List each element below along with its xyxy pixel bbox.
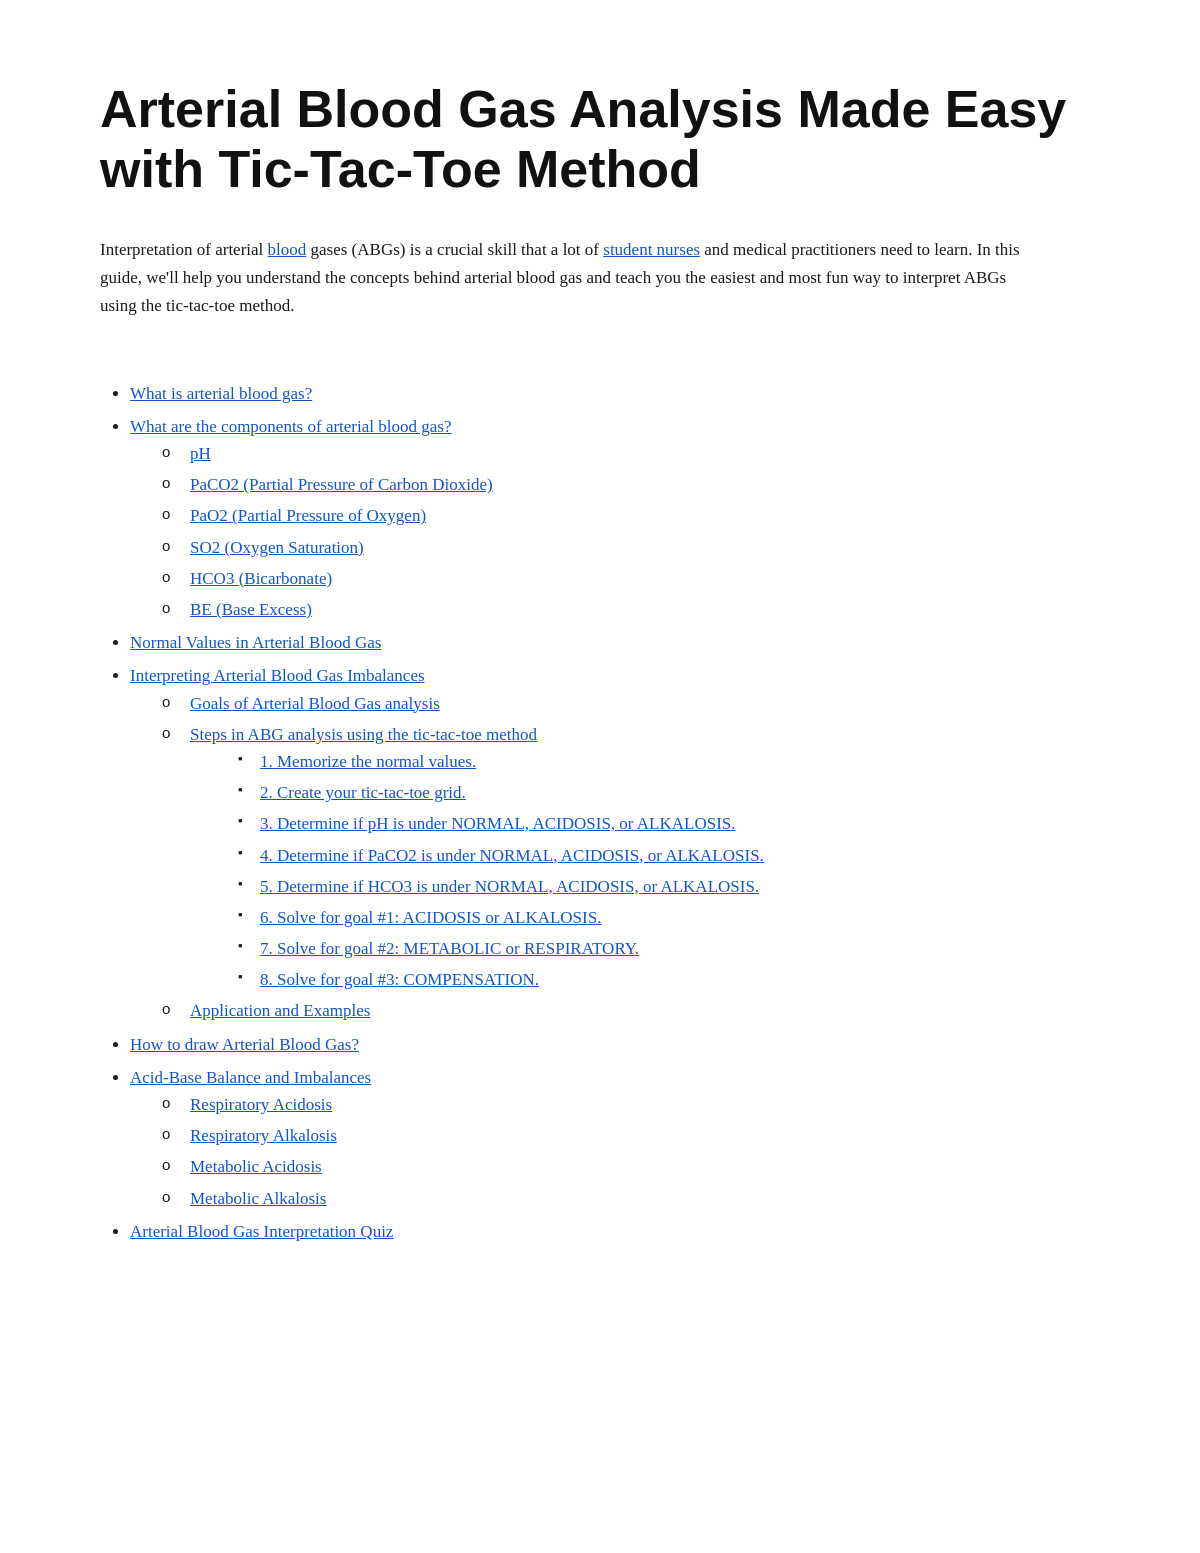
toc-item-quiz: Arterial Blood Gas Interpretation Quiz: [130, 1218, 1100, 1245]
toc-link-pao2[interactable]: PaO2 (Partial Pressure of Oxygen): [190, 506, 426, 525]
toc-list-level1: What is arterial blood gas? What are the…: [100, 380, 1100, 1245]
toc-link-interpreting[interactable]: Interpreting Arterial Blood Gas Imbalanc…: [130, 666, 425, 685]
toc-item-step7: 7. Solve for goal #2: METABOLIC or RESPI…: [260, 935, 1100, 962]
toc-link-ph[interactable]: pH: [190, 444, 211, 463]
toc-item-how-to-draw: How to draw Arterial Blood Gas?: [130, 1031, 1100, 1058]
toc-item-be: BE (Base Excess): [190, 596, 1100, 623]
toc-link-normal-values[interactable]: Normal Values in Arterial Blood Gas: [130, 633, 381, 652]
toc-item-paco2: PaCO2 (Partial Pressure of Carbon Dioxid…: [190, 471, 1100, 498]
toc-link-step4[interactable]: 4. Determine if PaCO2 is under NORMAL, A…: [260, 846, 764, 865]
toc-item-step5: 5. Determine if HCO3 is under NORMAL, AC…: [260, 873, 1100, 900]
toc-link-paco2[interactable]: PaCO2 (Partial Pressure of Carbon Dioxid…: [190, 475, 493, 494]
toc-link-steps[interactable]: Steps in ABG analysis using the tic-tac-…: [190, 725, 537, 744]
toc-item-step8: 8. Solve for goal #3: COMPENSATION.: [260, 966, 1100, 993]
toc-item-met-alkalosis: Metabolic Alkalosis: [190, 1185, 1100, 1212]
toc-link-met-acidosis[interactable]: Metabolic Acidosis: [190, 1157, 322, 1176]
toc-link-resp-alkalosis[interactable]: Respiratory Alkalosis: [190, 1126, 337, 1145]
toc-link-hco3[interactable]: HCO3 (Bicarbonate): [190, 569, 332, 588]
toc-link-step1[interactable]: 1. Memorize the normal values.: [260, 752, 476, 771]
blood-link[interactable]: blood: [268, 240, 307, 259]
toc-item-met-acidosis: Metabolic Acidosis: [190, 1153, 1100, 1180]
toc-link-step2[interactable]: 2. Create your tic-tac-toe grid.: [260, 783, 466, 802]
toc-link-step3[interactable]: 3. Determine if pH is under NORMAL, ACID…: [260, 814, 736, 833]
toc-item-step3: 3. Determine if pH is under NORMAL, ACID…: [260, 810, 1100, 837]
toc-link-so2[interactable]: SO2 (Oxygen Saturation): [190, 538, 364, 557]
student-nurses-link-text: student nurses: [603, 240, 700, 259]
toc-item-steps: Steps in ABG analysis using the tic-tac-…: [190, 721, 1100, 994]
toc-item-pao2: PaO2 (Partial Pressure of Oxygen): [190, 502, 1100, 529]
toc-link-application[interactable]: Application and Examples: [190, 1001, 370, 1020]
toc-item-step6: 6. Solve for goal #1: ACIDOSIS or ALKALO…: [260, 904, 1100, 931]
toc-link-met-alkalosis[interactable]: Metabolic Alkalosis: [190, 1189, 326, 1208]
toc-item-what-is: What is arterial blood gas?: [130, 380, 1100, 407]
toc-item-resp-alkalosis: Respiratory Alkalosis: [190, 1122, 1100, 1149]
toc-item-goals: Goals of Arterial Blood Gas analysis: [190, 690, 1100, 717]
toc-list-interpreting-children: Goals of Arterial Blood Gas analysis Ste…: [130, 690, 1100, 1025]
toc-link-resp-acidosis[interactable]: Respiratory Acidosis: [190, 1095, 332, 1114]
toc-item-step4: 4. Determine if PaCO2 is under NORMAL, A…: [260, 842, 1100, 869]
toc-link-what-is[interactable]: What is arterial blood gas?: [130, 384, 312, 403]
toc-item-normal-values: Normal Values in Arterial Blood Gas: [130, 629, 1100, 656]
toc-item-step1: 1. Memorize the normal values.: [260, 748, 1100, 775]
toc-item-so2: SO2 (Oxygen Saturation): [190, 534, 1100, 561]
intro-paragraph: Interpretation of arterial blood gases (…: [100, 236, 1020, 320]
toc-link-step7[interactable]: 7. Solve for goal #2: METABOLIC or RESPI…: [260, 939, 639, 958]
student-nurses-link[interactable]: student nurses: [603, 240, 700, 259]
intro-text-before-blood: Interpretation of arterial: [100, 240, 268, 259]
toc-list-acid-base-children: Respiratory Acidosis Respiratory Alkalos…: [130, 1091, 1100, 1212]
toc-item-hco3: HCO3 (Bicarbonate): [190, 565, 1100, 592]
toc-link-goals[interactable]: Goals of Arterial Blood Gas analysis: [190, 694, 440, 713]
toc-item-interpreting: Interpreting Arterial Blood Gas Imbalanc…: [130, 662, 1100, 1024]
toc-link-be[interactable]: BE (Base Excess): [190, 600, 312, 619]
toc-item-step2: 2. Create your tic-tac-toe grid.: [260, 779, 1100, 806]
toc-link-quiz[interactable]: Arterial Blood Gas Interpretation Quiz: [130, 1222, 393, 1241]
toc-list-steps-children: 1. Memorize the normal values. 2. Create…: [190, 748, 1100, 994]
toc-link-acid-base[interactable]: Acid-Base Balance and Imbalances: [130, 1068, 371, 1087]
toc-item-application: Application and Examples: [190, 997, 1100, 1024]
toc-link-how-to-draw[interactable]: How to draw Arterial Blood Gas?: [130, 1035, 359, 1054]
toc-link-step6[interactable]: 6. Solve for goal #1: ACIDOSIS or ALKALO…: [260, 908, 601, 927]
toc-item-resp-acidosis: Respiratory Acidosis: [190, 1091, 1100, 1118]
toc-link-components[interactable]: What are the components of arterial bloo…: [130, 417, 451, 436]
toc-link-step5[interactable]: 5. Determine if HCO3 is under NORMAL, AC…: [260, 877, 759, 896]
table-of-contents: What is arterial blood gas? What are the…: [100, 380, 1100, 1245]
toc-item-components: What are the components of arterial bloo…: [130, 413, 1100, 623]
toc-item-acid-base: Acid-Base Balance and Imbalances Respira…: [130, 1064, 1100, 1212]
toc-list-components-children: pH PaCO2 (Partial Pressure of Carbon Dio…: [130, 440, 1100, 623]
toc-link-step8[interactable]: 8. Solve for goal #3: COMPENSATION.: [260, 970, 539, 989]
toc-item-ph: pH: [190, 440, 1100, 467]
intro-text-middle: gases (ABGs) is a crucial skill that a l…: [306, 240, 603, 259]
page-title: Arterial Blood Gas Analysis Made Easy wi…: [100, 80, 1100, 200]
